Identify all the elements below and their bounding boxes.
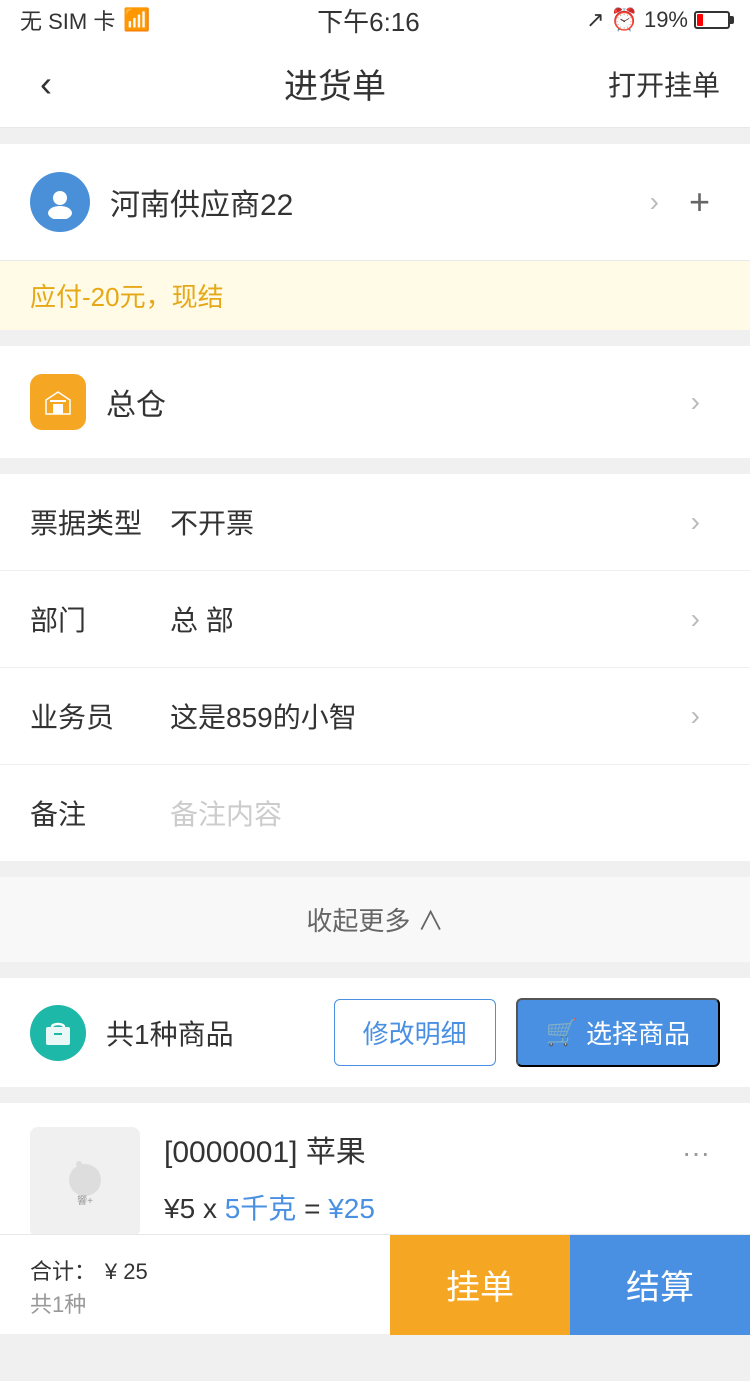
status-right: ↗ ⏰ 19% — [586, 7, 730, 33]
sales-chevron-icon: › — [691, 700, 700, 732]
warehouse-row[interactable]: 总仓 › — [0, 346, 750, 458]
product-more-button[interactable]: ··· — [672, 1127, 720, 1179]
unit-price: ¥5 — [164, 1193, 195, 1224]
bottom-bar: 合计： ¥ 25 共1种 挂单 结算 — [0, 1234, 750, 1334]
supplier-chevron-icon: › — [650, 186, 659, 218]
warehouse-icon — [30, 374, 86, 430]
sales-row[interactable]: 业务员 这是859的小智 › — [0, 668, 750, 765]
supplier-name: 河南供应商22 — [110, 180, 650, 224]
status-bar: 无 SIM 卡 📶 下午6:16 ↗ ⏰ 19% — [0, 0, 750, 40]
dept-chevron-icon: › — [691, 603, 700, 635]
products-icon — [30, 1005, 86, 1061]
remark-row[interactable]: 备注 备注内容 — [0, 765, 750, 861]
suspend-button[interactable]: 挂单 — [390, 1235, 570, 1335]
nav-title: 进货单 — [284, 59, 386, 108]
total-count: 共1种 — [30, 1287, 360, 1319]
item-total: ¥25 — [328, 1193, 375, 1224]
warehouse-chevron-icon: › — [691, 386, 700, 418]
supplier-row[interactable]: 河南供应商22 › + — [0, 144, 750, 261]
sales-value: 这是859的小智 — [150, 696, 691, 736]
dept-row[interactable]: 部门 总 部 › — [0, 571, 750, 668]
checkout-button[interactable]: 结算 — [570, 1235, 750, 1335]
equals-sign: = — [304, 1193, 328, 1224]
quantity: 5千克 — [225, 1193, 297, 1224]
total-amount: 合计： ¥ 25 — [30, 1250, 360, 1287]
sales-label: 业务员 — [30, 696, 150, 736]
wifi-icon: 📶 — [123, 7, 150, 33]
nav-bar: ‹ 进货单 打开挂单 — [0, 40, 750, 128]
carrier-text: 无 SIM 卡 — [20, 4, 115, 36]
invoice-chevron-icon: › — [691, 506, 700, 538]
dept-label: 部门 — [30, 599, 150, 639]
cart-icon: 🛒 — [546, 1017, 578, 1048]
add-button[interactable]: + — [679, 181, 720, 223]
battery-text: 19% — [644, 7, 688, 33]
status-left: 无 SIM 卡 📶 — [20, 4, 151, 36]
total-section: 合计： ¥ 25 共1种 — [0, 1250, 390, 1319]
price-separator: x — [203, 1193, 225, 1224]
product-info: [0000001] 苹果 ¥5 x 5千克 = ¥25 — [164, 1127, 672, 1227]
invoice-label: 票据类型 — [30, 502, 150, 542]
open-suspend-button[interactable]: 打开挂单 — [608, 64, 720, 104]
back-button[interactable]: ‹ — [30, 53, 62, 115]
remark-input[interactable]: 备注内容 — [150, 793, 720, 833]
select-product-button[interactable]: 🛒 选择商品 — [516, 998, 720, 1067]
battery-icon — [694, 11, 730, 29]
supplier-avatar — [30, 172, 90, 232]
supplier-card: 河南供应商22 › + 应付-20元，现结 — [0, 144, 750, 330]
product-name: [0000001] 苹果 — [164, 1127, 672, 1171]
products-card: 共1种商品 修改明细 🛒 选择商品 — [0, 978, 750, 1087]
product-code: [0000001] — [164, 1136, 297, 1169]
gps-icon: ↗ — [586, 7, 604, 33]
products-count: 共1种商品 — [106, 1013, 314, 1053]
status-time: 下午6:16 — [317, 2, 420, 39]
supplier-notice: 应付-20元，现结 — [0, 261, 750, 330]
remark-label: 备注 — [30, 793, 150, 833]
warehouse-name: 总仓 — [106, 380, 691, 424]
invoice-row[interactable]: 票据类型 不开票 › — [0, 474, 750, 571]
main-content: 河南供应商22 › + 应付-20元，现结 总仓 › 票据类型 不开票 › — [0, 144, 750, 1381]
dept-value: 总 部 — [150, 599, 691, 639]
product-title: 苹果 — [306, 1136, 366, 1169]
invoice-value: 不开票 — [150, 502, 691, 542]
product-thumbnail: 響+ — [30, 1127, 140, 1237]
select-product-label: 选择商品 — [586, 1014, 690, 1051]
warehouse-card: 总仓 › — [0, 346, 750, 458]
modify-detail-button[interactable]: 修改明细 — [334, 999, 496, 1066]
product-price: ¥5 x 5千克 = ¥25 — [164, 1187, 672, 1227]
collapse-toggle[interactable]: 收起更多 ∧ — [0, 877, 750, 962]
alarm-icon: ⏰ — [611, 7, 638, 33]
form-section: 票据类型 不开票 › 部门 总 部 › 业务员 这是859的小智 › 备注 备注… — [0, 474, 750, 861]
total-value: ¥ 25 — [105, 1259, 148, 1284]
products-header: 共1种商品 修改明细 🛒 选择商品 — [0, 978, 750, 1087]
total-label: 合计： — [30, 1259, 96, 1284]
svg-text:響+: 響+ — [77, 1194, 93, 1207]
